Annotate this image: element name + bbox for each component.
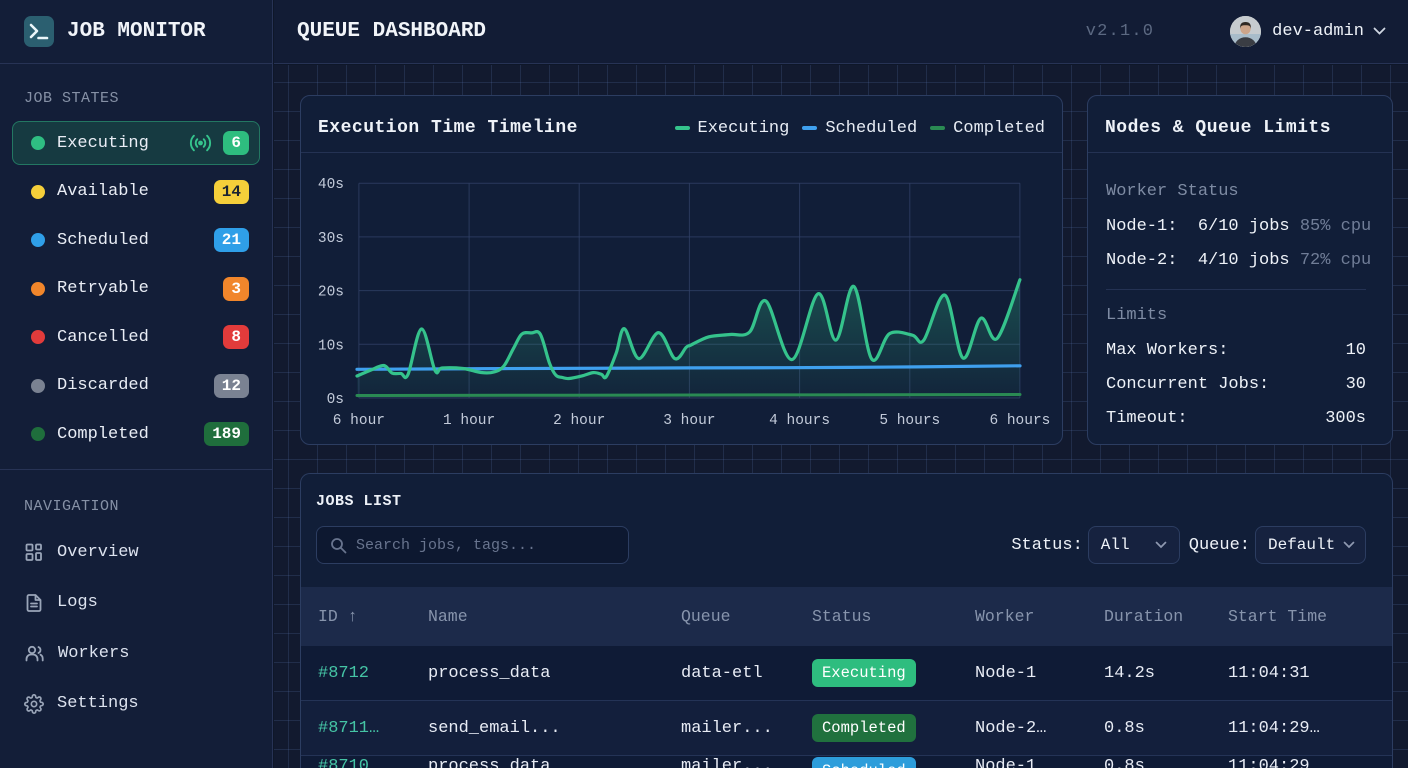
svg-text:4 hours: 4 hours: [769, 413, 830, 429]
svg-text:20s: 20s: [318, 285, 344, 301]
svg-text:0s: 0s: [327, 392, 344, 408]
svg-text:1 hour: 1 hour: [443, 413, 495, 429]
svg-text:10s: 10s: [318, 338, 344, 354]
svg-text:6 hours: 6 hours: [989, 413, 1050, 429]
svg-text:3 hour: 3 hour: [663, 413, 715, 429]
svg-text:5 hours: 5 hours: [879, 413, 940, 429]
svg-text:40s: 40s: [318, 177, 344, 193]
svg-text:6 hour: 6 hour: [333, 413, 385, 429]
svg-text:30s: 30s: [318, 231, 344, 247]
svg-text:2 hour: 2 hour: [553, 413, 605, 429]
